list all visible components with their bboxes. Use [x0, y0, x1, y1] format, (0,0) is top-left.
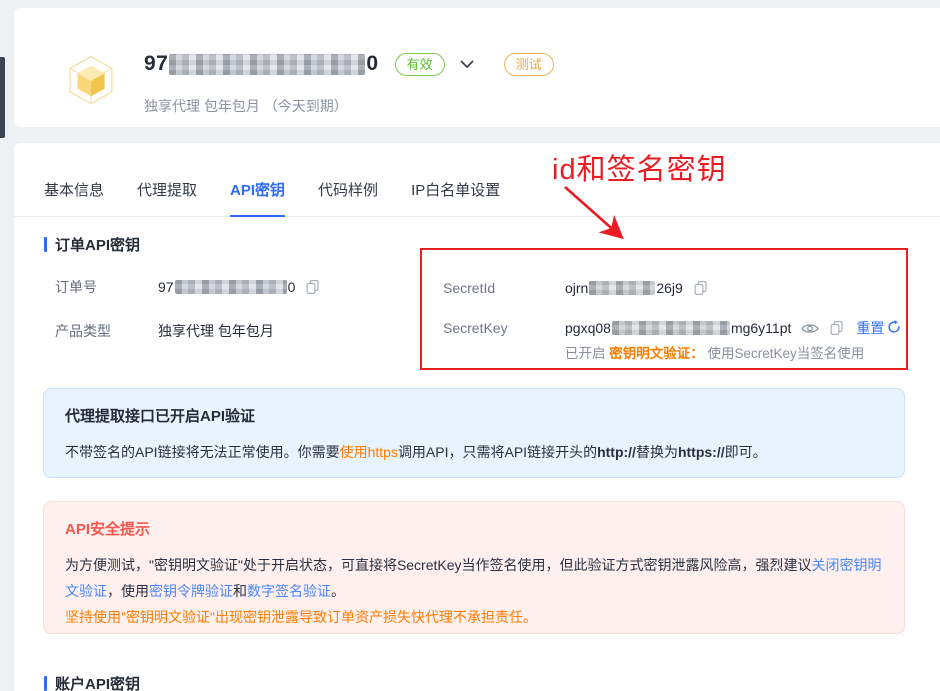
annotation-arrow-icon	[556, 181, 634, 252]
order-number-label: 订单号	[55, 277, 158, 297]
refresh-icon	[887, 320, 901, 337]
reset-secret-key-button[interactable]: 重置	[856, 318, 901, 338]
copy-secret-id-icon[interactable]	[693, 280, 708, 296]
censored-secret-id	[589, 281, 655, 295]
secret-id-row: SecretId ojrn26j9	[443, 278, 708, 298]
copy-secret-key-icon[interactable]	[829, 320, 844, 336]
api-verification-info-box: 代理提取接口已开启API验证 不带签名的API链接将无法正常使用。你需要使用ht…	[43, 388, 905, 478]
account-api-key-section-title: 账户API密钥	[44, 673, 140, 691]
show-secret-key-eye-icon[interactable]	[801, 322, 819, 335]
tab-api-key[interactable]: API密钥	[230, 179, 285, 217]
secret-key-value: pgxq08mg6y11pt	[565, 320, 791, 336]
censored-order-number-value	[175, 280, 287, 294]
order-number-title: 970	[144, 52, 379, 76]
api-key-card: 基本信息 代理提取 API密钥 代码样例 IP白名单设置 订单API密钥 订单号…	[14, 143, 940, 691]
product-type-value: 独享代理 包年包月	[158, 321, 274, 341]
secret-key-label: SecretKey	[443, 320, 565, 336]
order-header-card: 970 有效 测试 独享代理 包年包月 （今天到期）	[14, 8, 940, 127]
secret-keys-highlight-box: SecretId ojrn26j9 SecretKey pgxq08mg6y11…	[420, 248, 908, 370]
api-security-warning-box: API安全提示 为方便测试，"密钥明文验证"处于开启状态，可直接将SecretK…	[43, 501, 905, 634]
left-edge-sliver	[0, 57, 5, 138]
product-type-row: 产品类型 独享代理 包年包月	[55, 321, 274, 341]
warning-disclaimer-line: 坚持使用"密钥明文验证"出现密钥泄露导致订单资产损失快代理不承担责任。	[65, 604, 883, 630]
tab-ip-whitelist[interactable]: IP白名单设置	[411, 179, 500, 217]
order-api-key-section-title: 订单API密钥	[44, 234, 140, 255]
order-subtitle: 独享代理 包年包月 （今天到期）	[144, 96, 348, 116]
test-badge: 测试	[504, 53, 554, 76]
status-badge: 有效	[395, 53, 445, 76]
secret-id-value: ojrn26j9	[565, 280, 683, 296]
order-number-row: 订单号 970	[55, 277, 320, 297]
product-cube-icon	[62, 52, 120, 110]
token-verification-link[interactable]: 密钥令牌验证	[149, 583, 233, 599]
use-https-link[interactable]: 使用https	[340, 444, 398, 460]
tab-proxy-extract[interactable]: 代理提取	[137, 179, 197, 217]
info-box-title: 代理提取接口已开启API验证	[65, 405, 883, 426]
warning-box-title: API安全提示	[65, 518, 883, 539]
chevron-down-icon[interactable]	[460, 60, 474, 69]
secret-id-label: SecretId	[443, 280, 565, 296]
page: 970 有效 测试 独享代理 包年包月 （今天到期） 基本信息 代理提取 API…	[0, 0, 940, 691]
signature-verification-link[interactable]: 数字签名验证	[247, 583, 331, 599]
warning-box-body: 为方便测试，"密钥明文验证"处于开启状态，可直接将SecretKey当作签名使用…	[65, 552, 883, 630]
censored-secret-key	[612, 321, 730, 335]
censored-order-number	[169, 54, 365, 75]
order-number-value: 970	[158, 279, 295, 295]
secret-key-row: SecretKey pgxq08mg6y11pt 重置	[443, 318, 901, 338]
copy-order-number-icon[interactable]	[305, 279, 320, 295]
product-type-label: 产品类型	[55, 321, 158, 341]
plaintext-verification-note: 已开启 密钥明文验证： 使用SecretKey当签名使用	[565, 342, 864, 362]
tab-code-samples[interactable]: 代码样例	[318, 179, 378, 217]
section-title-bar	[44, 237, 47, 252]
info-box-body: 不带签名的API链接将无法正常使用。你需要使用https调用API，只需将API…	[65, 439, 883, 465]
tab-bar: 基本信息 代理提取 API密钥 代码样例 IP白名单设置	[14, 143, 940, 217]
tab-basic-info[interactable]: 基本信息	[44, 179, 104, 217]
section-title-bar	[44, 676, 47, 691]
